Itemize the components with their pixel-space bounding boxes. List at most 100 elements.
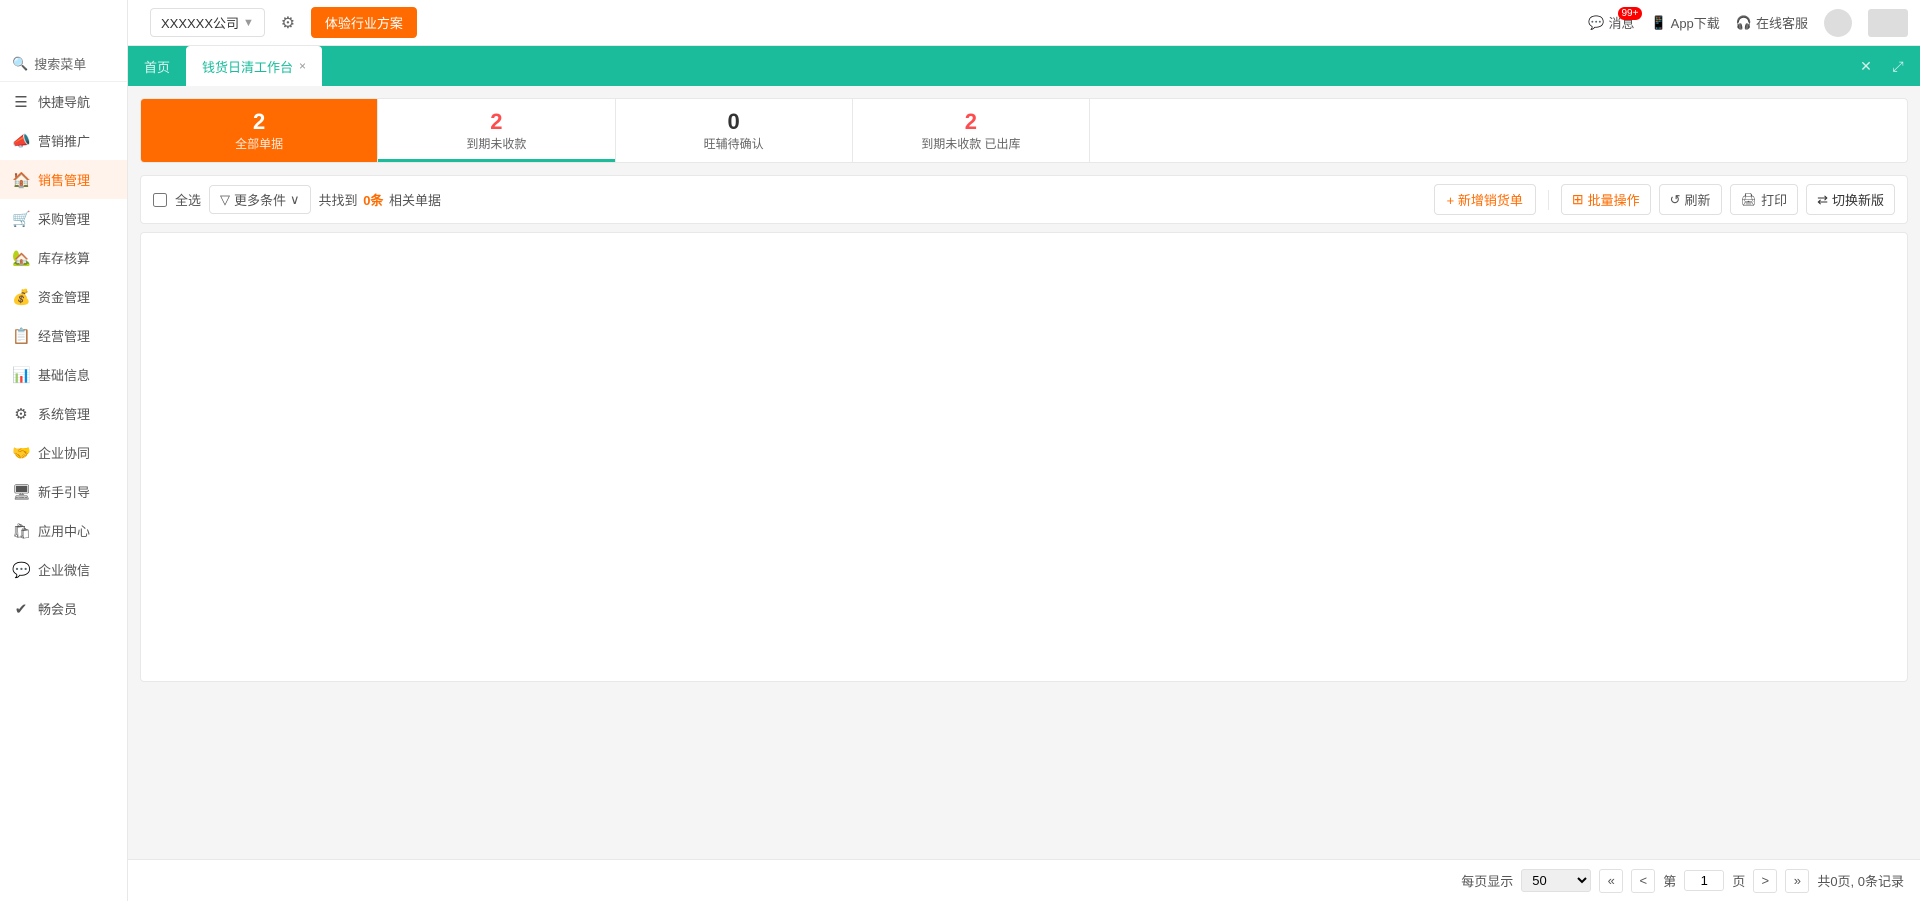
sidebar-item-label: 新手引导 — [38, 482, 90, 501]
capital-icon: 💰 — [12, 288, 30, 306]
tab-home[interactable]: 首页 — [128, 46, 186, 86]
batch-ops-button[interactable]: ⊞ 批量操作 — [1561, 184, 1651, 215]
refresh-icon: ↺ — [1670, 192, 1681, 208]
stats-pending-label: 旺辅待确认 — [632, 135, 836, 152]
avatar[interactable] — [1824, 9, 1852, 37]
tab-home-label: 首页 — [144, 57, 170, 76]
found-text: 共找到 0条 相关单据 — [319, 190, 442, 209]
refresh-button[interactable]: ↺ 刷新 — [1659, 184, 1722, 215]
sidebar-item-label: 资金管理 — [38, 287, 90, 306]
print-button[interactable]: 🖨 打印 — [1730, 184, 1799, 215]
sidebar-item-label: 应用中心 — [38, 521, 90, 540]
sidebar-item-quick-nav[interactable]: ☰ 快捷导航 — [0, 82, 127, 121]
first-page-button[interactable]: « — [1599, 869, 1623, 893]
tab-workbench-label: 钱货日清工作台 — [202, 57, 293, 76]
member-icon: ✔ — [12, 600, 30, 618]
operation-icon: 📋 — [12, 327, 30, 345]
table-area — [140, 232, 1908, 682]
sidebar-item-app-center[interactable]: 🛍 应用中心 — [0, 511, 127, 550]
top-header: 畅 畅捷通好生意 标准版 XXXXXX公司 ▼ ⚙ 体验行业方案 💬 消息 99… — [0, 0, 1920, 46]
settings-button[interactable]: ⚙ — [273, 8, 303, 38]
sidebar-item-label: 系统管理 — [38, 404, 90, 423]
last-page-icon: » — [1794, 873, 1801, 888]
sidebar-item-label: 营销推广 — [38, 131, 90, 150]
toolbar-right: + 新增销货单 ⊞ 批量操作 ↺ 刷新 🖨 打印 ⇄ 切换新版 — [1434, 184, 1895, 215]
sidebar-item-label: 畅会员 — [38, 599, 77, 618]
prev-page-button[interactable]: < — [1631, 869, 1655, 893]
sidebar-item-guide[interactable]: 🖥 新手引导 — [0, 472, 127, 511]
found-suffix: 相关单据 — [389, 193, 441, 208]
page-size-select[interactable]: 50 20 100 — [1521, 869, 1591, 892]
found-prefix: 共找到 — [319, 193, 358, 208]
company-selector[interactable]: XXXXXX公司 ▼ — [150, 8, 265, 37]
sidebar: 🔍 搜索菜单 ☰ 快捷导航 📣 营销推广 🏠 销售管理 🛒 采购管理 🏡 库存核… — [0, 0, 128, 901]
sidebar-item-enterprise[interactable]: 🤝 企业协同 — [0, 433, 127, 472]
online-service-button[interactable]: 🎧 在线客服 — [1736, 13, 1808, 32]
page-label: 第 — [1663, 871, 1676, 890]
last-page-button[interactable]: » — [1785, 869, 1809, 893]
search-icon: 🔍 — [12, 56, 28, 72]
company-arrow-icon: ▼ — [243, 17, 254, 29]
tab-close-icon[interactable]: × — [299, 59, 306, 73]
filter-button[interactable]: ▽ 更多条件 ∨ — [209, 185, 311, 214]
sidebar-item-wechat[interactable]: 💬 企业微信 — [0, 550, 127, 589]
app-download-button[interactable]: 📱 App下载 — [1650, 13, 1719, 32]
sidebar-search[interactable]: 🔍 搜索菜单 — [0, 46, 127, 82]
stats-tab-overdue[interactable]: 2 到期未收款 — [378, 99, 615, 162]
sidebar-search-label: 搜索菜单 — [34, 54, 86, 73]
next-page-button[interactable]: > — [1753, 869, 1777, 893]
sidebar-item-label: 库存核算 — [38, 248, 90, 267]
batch-ops-icon: ⊞ — [1572, 191, 1584, 208]
sidebar-item-system[interactable]: ⚙ 系统管理 — [0, 394, 127, 433]
tab-expand-button[interactable]: ⤢ — [1884, 52, 1912, 80]
sidebar-item-label: 企业协同 — [38, 443, 90, 462]
switch-icon: ⇄ — [1817, 192, 1828, 208]
sidebar-item-member[interactable]: ✔ 畅会员 — [0, 589, 127, 628]
select-all-checkbox[interactable] — [153, 193, 167, 207]
switch-version-button[interactable]: ⇄ 切换新版 — [1806, 184, 1895, 215]
page-label2: 页 — [1732, 871, 1745, 890]
new-sales-order-button[interactable]: + 新增销货单 — [1434, 184, 1536, 215]
header-right: 💬 消息 99+ 📱 App下载 🎧 在线客服 — [1588, 9, 1908, 37]
empty-area — [141, 233, 1907, 633]
stats-overdue-num: 2 — [394, 109, 598, 135]
app-center-icon: 🛍 — [12, 522, 30, 540]
sales-icon: 🏠 — [12, 171, 30, 189]
sidebar-item-purchase[interactable]: 🛒 采购管理 — [0, 199, 127, 238]
sidebar-item-marketing[interactable]: 📣 营销推广 — [0, 121, 127, 160]
toolbar: 全选 ▽ 更多条件 ∨ 共找到 0条 相关单据 + 新增销货单 ⊞ — [140, 175, 1908, 224]
message-badge: 99+ — [1618, 7, 1643, 20]
print-icon: 🖨 — [1741, 192, 1758, 208]
sidebar-item-sales[interactable]: 🏠 销售管理 — [0, 160, 127, 199]
stats-overdue-shipped-num: 2 — [869, 109, 1073, 135]
message-button[interactable]: 💬 消息 99+ — [1588, 13, 1634, 32]
experience-button[interactable]: 体验行业方案 — [311, 7, 417, 38]
company-name: XXXXXX公司 — [161, 13, 239, 32]
user-name-area[interactable] — [1868, 9, 1908, 37]
new-btn-label: + 新增销货单 — [1447, 190, 1523, 209]
app-download-icon: 📱 — [1650, 15, 1666, 31]
tab-workbench[interactable]: 钱货日清工作台 × — [186, 46, 322, 86]
stats-tab-pending[interactable]: 0 旺辅待确认 — [616, 99, 853, 162]
guide-icon: 🖥 — [12, 483, 30, 501]
wechat-icon: 💬 — [12, 561, 30, 579]
stats-tab-all[interactable]: 2 全部单据 — [141, 99, 378, 162]
sidebar-item-label: 销售管理 — [38, 170, 90, 189]
sidebar-item-capital[interactable]: 💰 资金管理 — [0, 277, 127, 316]
sidebar-item-label: 基础信息 — [38, 365, 90, 384]
content-inner: 2 全部单据 2 到期未收款 0 旺辅待确认 2 到期未收款 已出库 — [128, 86, 1920, 901]
sidebar-item-label: 快捷导航 — [38, 92, 90, 111]
main-content: 2 全部单据 2 到期未收款 0 旺辅待确认 2 到期未收款 已出库 — [128, 86, 1920, 901]
online-service-label: 在线客服 — [1756, 13, 1808, 32]
sidebar-item-operation[interactable]: 📋 经营管理 — [0, 316, 127, 355]
stats-tabs: 2 全部单据 2 到期未收款 0 旺辅待确认 2 到期未收款 已出库 — [140, 98, 1908, 163]
batch-ops-label: 批量操作 — [1588, 190, 1640, 209]
pagination-bar: 每页显示 50 20 100 « < 第 页 > » 共0页, 0条记录 — [128, 859, 1920, 901]
page-input[interactable] — [1684, 870, 1724, 891]
page-size-label: 每页显示 — [1461, 871, 1513, 890]
toolbar-left: 全选 ▽ 更多条件 ∨ 共找到 0条 相关单据 — [153, 185, 1426, 214]
stats-tab-overdue-shipped[interactable]: 2 到期未收款 已出库 — [853, 99, 1090, 162]
sidebar-item-inventory[interactable]: 🏡 库存核算 — [0, 238, 127, 277]
sidebar-item-basic[interactable]: 📊 基础信息 — [0, 355, 127, 394]
tab-close-button[interactable]: ✕ — [1852, 52, 1880, 80]
